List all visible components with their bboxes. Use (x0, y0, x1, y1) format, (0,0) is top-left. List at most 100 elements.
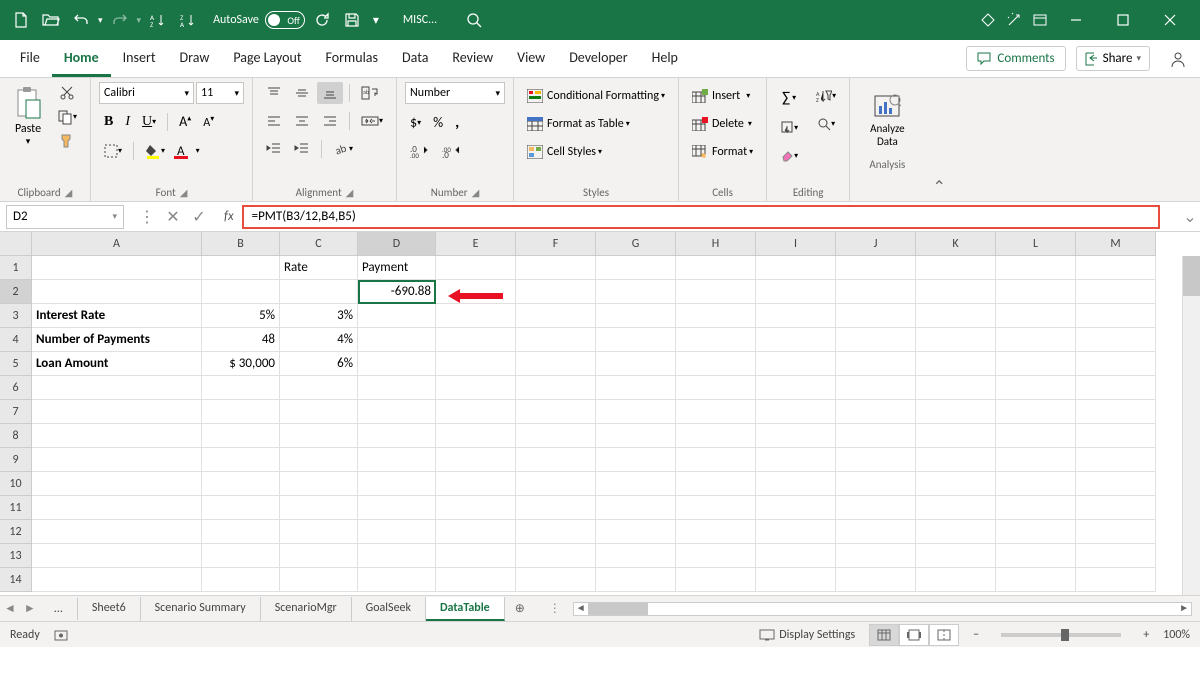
menu-draw[interactable]: Draw (168, 41, 222, 77)
cell-I10[interactable] (756, 472, 836, 496)
cell-I14[interactable] (756, 568, 836, 592)
cell-L7[interactable] (996, 400, 1076, 424)
cell-B14[interactable] (202, 568, 280, 592)
cell-G5[interactable] (596, 352, 676, 376)
cell-E12[interactable] (436, 520, 516, 544)
sort-asc-icon[interactable]: AZ (145, 7, 171, 33)
cell-E4[interactable] (436, 328, 516, 352)
cell-B1[interactable] (202, 256, 280, 280)
orientation-button[interactable]: ab▾ (328, 138, 358, 160)
cell-G9[interactable] (596, 448, 676, 472)
cell-C13[interactable] (280, 544, 358, 568)
cell-D8[interactable] (358, 424, 436, 448)
cell-J14[interactable] (836, 568, 916, 592)
row-header-2[interactable]: 2 (0, 280, 32, 304)
menu-data[interactable]: Data (390, 41, 440, 77)
cancel-formula-icon[interactable]: ✕ (162, 206, 184, 228)
cell-G12[interactable] (596, 520, 676, 544)
cell-K6[interactable] (916, 376, 996, 400)
cell-J6[interactable] (836, 376, 916, 400)
cell-E7[interactable] (436, 400, 516, 424)
cell-I7[interactable] (756, 400, 836, 424)
cell-G1[interactable] (596, 256, 676, 280)
bold-button[interactable]: B (99, 111, 118, 133)
cell-I2[interactable] (756, 280, 836, 304)
cell-M12[interactable] (1076, 520, 1156, 544)
cell-A2[interactable] (32, 280, 202, 304)
cell-A6[interactable] (32, 376, 202, 400)
wand-icon[interactable] (1001, 7, 1027, 33)
cell-M4[interactable] (1076, 328, 1156, 352)
cell-K10[interactable] (916, 472, 996, 496)
number-format-select[interactable]: Number▾ (405, 82, 505, 104)
cell-J4[interactable] (836, 328, 916, 352)
percent-button[interactable]: % (428, 111, 448, 134)
zoom-slider[interactable] (1001, 633, 1121, 637)
cell-I9[interactable] (756, 448, 836, 472)
cell-F8[interactable] (516, 424, 596, 448)
format-as-table-button[interactable]: Format as Table▾ (522, 114, 635, 134)
cell-C5[interactable]: 6% (280, 352, 358, 376)
sheet-tab-datatable[interactable]: DataTable (426, 597, 505, 621)
cell-A7[interactable] (32, 400, 202, 424)
account-icon[interactable] (1164, 45, 1192, 73)
add-sheet-button[interactable]: ⊕ (505, 601, 535, 616)
row-header-14[interactable]: 14 (0, 568, 32, 592)
font-name-select[interactable]: Calibri▾ (99, 82, 194, 104)
col-header-A[interactable]: A (32, 232, 202, 256)
sheet-tab-goalseek[interactable]: GoalSeek (352, 597, 426, 621)
cell-L3[interactable] (996, 304, 1076, 328)
cell-I1[interactable] (756, 256, 836, 280)
align-right-icon[interactable] (317, 110, 343, 132)
cell-H9[interactable] (676, 448, 756, 472)
col-header-K[interactable]: K (916, 232, 996, 256)
menu-view[interactable]: View (505, 41, 557, 77)
fx-label[interactable]: fx (216, 209, 242, 224)
cell-D10[interactable] (358, 472, 436, 496)
cell-C12[interactable] (280, 520, 358, 544)
row-header-5[interactable]: 5 (0, 352, 32, 376)
expand-formula-bar-icon[interactable]: ⌄ (1180, 207, 1200, 227)
col-header-H[interactable]: H (676, 232, 756, 256)
cell-B8[interactable] (202, 424, 280, 448)
cell-B7[interactable] (202, 400, 280, 424)
cell-D7[interactable] (358, 400, 436, 424)
cell-M1[interactable] (1076, 256, 1156, 280)
sort-desc-icon[interactable]: ZA (175, 7, 201, 33)
font-size-select[interactable]: 11▾ (196, 82, 244, 104)
increase-indent-icon[interactable] (289, 138, 315, 160)
decrease-font-icon[interactable]: A▾ (198, 111, 219, 133)
borders-button[interactable]: ▾ (99, 141, 127, 161)
merge-center-button[interactable]: ▾ (356, 110, 388, 132)
row-header-7[interactable]: 7 (0, 400, 32, 424)
col-header-D[interactable]: D (358, 232, 436, 256)
row-header-11[interactable]: 11 (0, 496, 32, 520)
cell-B13[interactable] (202, 544, 280, 568)
cell-C6[interactable] (280, 376, 358, 400)
cell-F9[interactable] (516, 448, 596, 472)
cell-C8[interactable] (280, 424, 358, 448)
menu-file[interactable]: File (8, 41, 52, 77)
delete-cells-button[interactable]: Delete▾ (687, 114, 757, 134)
dialog-launcher-icon[interactable]: ◢ (346, 186, 354, 199)
cell-H3[interactable] (676, 304, 756, 328)
spreadsheet-grid[interactable]: ABCDEFGHIJKLM1RatePayment2-690.883Intere… (0, 232, 1200, 595)
cell-H7[interactable] (676, 400, 756, 424)
maximize-button[interactable] (1100, 0, 1145, 40)
cell-J5[interactable] (836, 352, 916, 376)
cell-H5[interactable] (676, 352, 756, 376)
cell-J8[interactable] (836, 424, 916, 448)
cell-C10[interactable] (280, 472, 358, 496)
cell-G3[interactable] (596, 304, 676, 328)
cell-G7[interactable] (596, 400, 676, 424)
cell-M13[interactable] (1076, 544, 1156, 568)
cell-D13[interactable] (358, 544, 436, 568)
cell-L2[interactable] (996, 280, 1076, 304)
cell-A10[interactable] (32, 472, 202, 496)
increase-font-icon[interactable]: A▴ (174, 110, 196, 133)
cell-I11[interactable] (756, 496, 836, 520)
cell-J3[interactable] (836, 304, 916, 328)
ribbon-display-icon[interactable] (1027, 7, 1053, 33)
cell-J10[interactable] (836, 472, 916, 496)
cell-M7[interactable] (1076, 400, 1156, 424)
